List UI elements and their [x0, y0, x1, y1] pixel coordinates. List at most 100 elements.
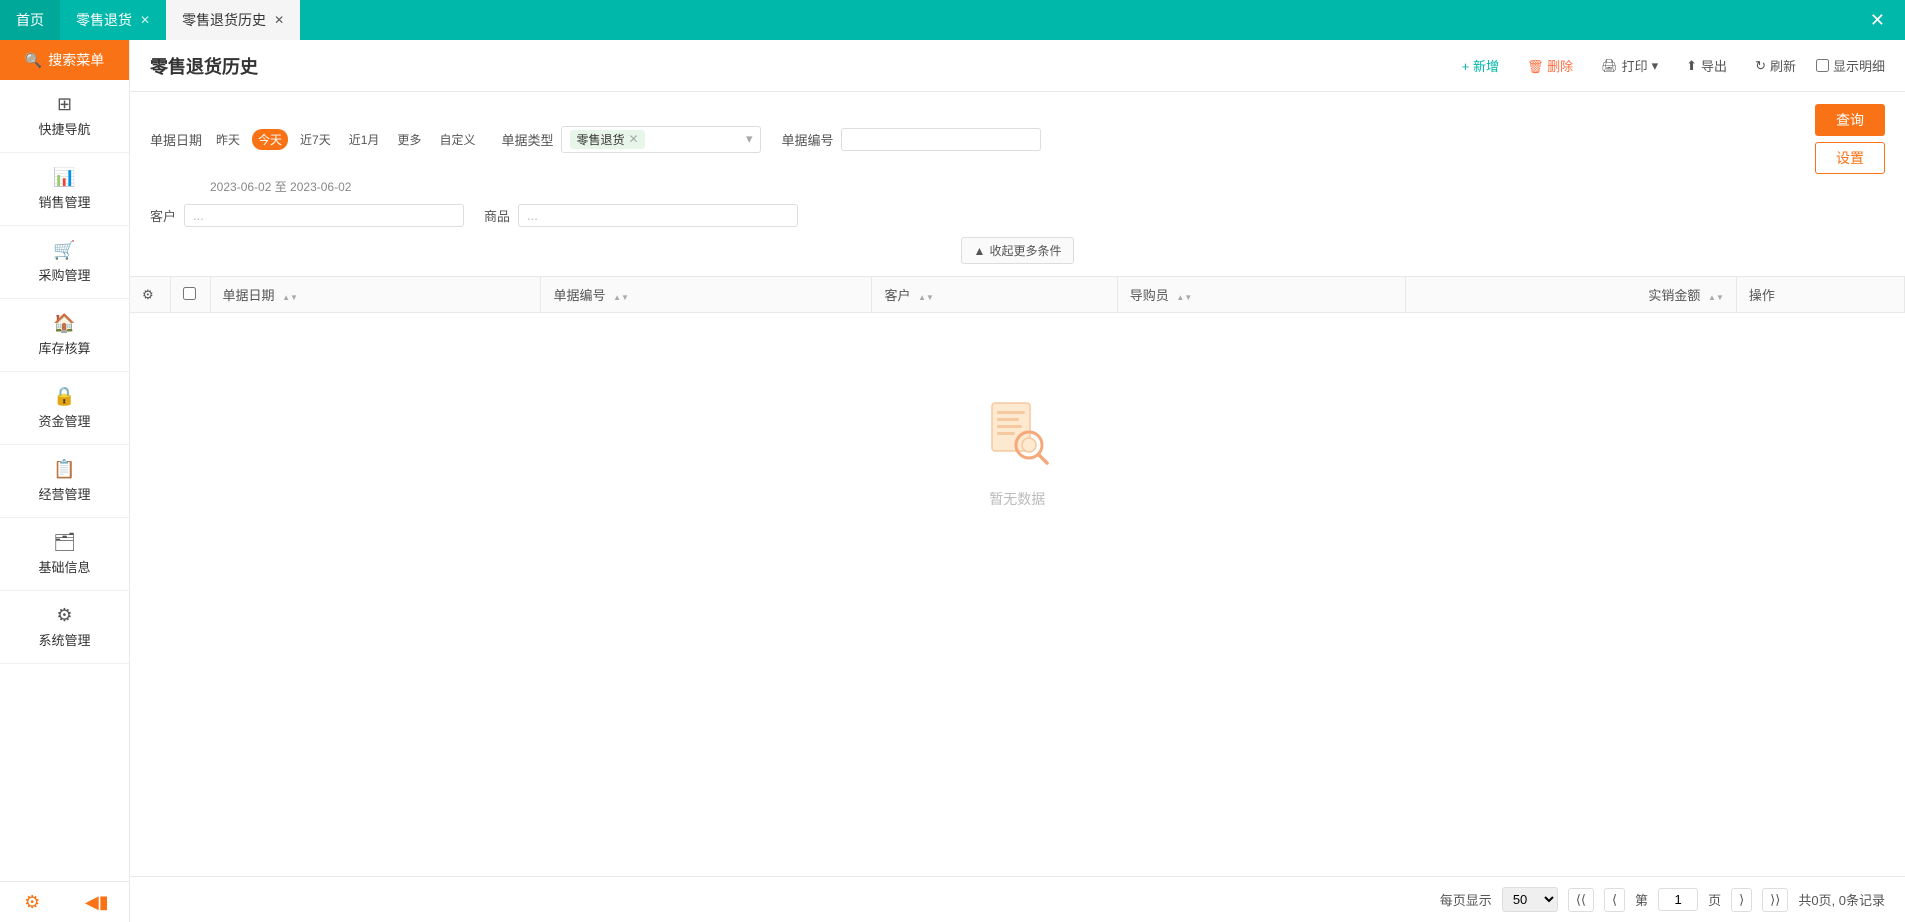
basic-info-icon: 🗂	[53, 532, 76, 553]
date-opt-custom[interactable]: 自定义	[433, 129, 481, 150]
filter-row-2: 客户 ... 商品 ...	[150, 204, 1885, 227]
refresh-label: 刷新	[1770, 56, 1796, 75]
collapse-filter-button[interactable]: ▲ 收起更多条件	[961, 237, 1075, 264]
last-page-button[interactable]: ⟩⟩	[1762, 888, 1788, 912]
delete-button[interactable]: 🗑 删除	[1519, 52, 1581, 79]
sidebar-item-quick-nav-label: 快捷导航	[38, 119, 90, 138]
prev-page-button[interactable]: ⟨	[1604, 888, 1625, 912]
th-amount[interactable]: 实销金额 ▲▼	[1405, 277, 1736, 313]
type-filter-tag: 零售退货 ✕	[570, 130, 644, 149]
th-settings[interactable]: ⚙	[130, 277, 170, 313]
sidebar-search[interactable]: 🔍 搜索菜单	[0, 40, 129, 80]
date-opt-1month[interactable]: 近1月	[343, 129, 386, 150]
amount-sort[interactable]: ▲▼	[1708, 294, 1724, 302]
tab-retail-return-label: 零售退货	[76, 10, 132, 30]
doc-num-label: 单据编号	[781, 130, 833, 149]
doc-num-filter: 单据编号	[781, 128, 1041, 151]
date-opt-7days[interactable]: 近7天	[294, 129, 337, 150]
doc-num-sort[interactable]: ▲▼	[613, 294, 629, 302]
sidebar-item-sales-mgmt[interactable]: 📊 销售管理	[0, 153, 129, 226]
sidebar-gear-button[interactable]: ⚙	[0, 882, 65, 922]
sidebar-item-inventory[interactable]: 🏠 库存核算	[0, 299, 129, 372]
show-detail-label: 显示明细	[1833, 56, 1885, 75]
goods-filter: 商品 ...	[484, 204, 798, 227]
sidebar-item-finance-label: 资金管理	[38, 411, 90, 430]
inventory-icon: 🏠	[53, 313, 75, 334]
tab-retail-return-history[interactable]: 零售退货历史 ✕	[166, 0, 300, 40]
print-arrow: ▾	[1652, 58, 1659, 74]
empty-text: 暂无数据	[989, 489, 1045, 509]
sidebar-item-operations[interactable]: 📋 经营管理	[0, 445, 129, 518]
sidebar-item-basic-info[interactable]: 🗂 基础信息	[0, 518, 129, 591]
empty-state-cell: 暂无数据	[130, 313, 1905, 590]
th-checkbox[interactable]	[170, 277, 210, 313]
sidebar-item-quick-nav[interactable]: ⊞ 快捷导航	[0, 80, 129, 153]
filter-row-1: 单据日期 昨天 今天 近7天 近1月 更多 自定义 单据类型	[150, 104, 1885, 174]
th-doc-date-label: 单据日期	[223, 288, 275, 303]
sidebar-item-inventory-label: 库存核算	[38, 338, 90, 357]
th-amount-label: 实销金额	[1648, 288, 1700, 303]
main-layout: 🔍 搜索菜单 ⊞ 快捷导航 📊 销售管理 🛒 采购管理 🏠 库存核算 🔒 资金管…	[0, 40, 1905, 922]
guide-sort[interactable]: ▲▼	[1176, 294, 1192, 302]
refresh-button[interactable]: ↻ 刷新	[1747, 52, 1804, 79]
page-number-input[interactable]	[1658, 888, 1698, 911]
purchase-mgmt-icon: 🛒	[53, 240, 75, 261]
th-customer-label: 客户	[884, 288, 910, 303]
tab-retail-return[interactable]: 零售退货 ✕	[60, 0, 166, 40]
page-size-select[interactable]: 50 20 100	[1502, 887, 1558, 912]
settings-button[interactable]: 设置	[1815, 142, 1885, 174]
type-filter-select[interactable]: 零售退货 ✕ ▾	[561, 126, 761, 153]
top-navigation: 首页 零售退货 ✕ 零售退货历史 ✕ ✕	[0, 0, 1905, 40]
customer-placeholder: ...	[193, 208, 204, 223]
first-page-button[interactable]: ⟨⟨	[1568, 888, 1594, 912]
sidebar-item-operations-label: 经营管理	[38, 484, 90, 503]
th-customer[interactable]: 客户 ▲▼	[872, 277, 1117, 313]
sidebar: 🔍 搜索菜单 ⊞ 快捷导航 📊 销售管理 🛒 采购管理 🏠 库存核算 🔒 资金管…	[0, 40, 130, 922]
app-close-button[interactable]: ✕	[1862, 6, 1893, 35]
sidebar-item-purchase-label: 采购管理	[38, 265, 90, 284]
th-doc-num-label: 单据编号	[553, 288, 605, 303]
new-button[interactable]: + 新增	[1454, 52, 1507, 79]
date-opt-yesterday[interactable]: 昨天	[210, 129, 246, 150]
page-unit: 页	[1708, 890, 1721, 909]
query-button[interactable]: 查询	[1815, 104, 1885, 136]
date-opt-more[interactable]: 更多	[391, 129, 427, 150]
content-area: 零售退货历史 + 新增 🗑 删除 🖨 打印 ▾ ⬆ 导出 ↻ 刷新	[130, 40, 1905, 922]
data-table: ⚙ 单据日期 ▲▼ 单据编号 ▲▼	[130, 277, 1905, 589]
customer-filter: 客户 ...	[150, 204, 464, 227]
settings-icon[interactable]: ⚙	[142, 287, 154, 302]
date-options: 昨天 今天 近7天 近1月 更多 自定义	[210, 129, 481, 150]
type-filter-value: 零售退货	[576, 131, 624, 148]
th-guide[interactable]: 导购员 ▲▼	[1117, 277, 1405, 313]
doc-num-input[interactable]	[841, 128, 1041, 151]
goods-filter-input[interactable]: ...	[518, 204, 798, 227]
page-title: 零售退货历史	[150, 53, 258, 79]
sidebar-item-purchase-mgmt[interactable]: 🛒 采购管理	[0, 226, 129, 299]
customer-filter-input[interactable]: ...	[184, 204, 464, 227]
th-actions-label: 操作	[1749, 288, 1775, 303]
show-detail-toggle[interactable]: 显示明细	[1816, 56, 1885, 75]
customer-sort[interactable]: ▲▼	[918, 294, 934, 302]
empty-state: 暂无数据	[130, 313, 1905, 589]
th-doc-num[interactable]: 单据编号 ▲▼	[541, 277, 872, 313]
export-label: 导出	[1701, 56, 1727, 75]
select-all-checkbox[interactable]	[183, 287, 196, 300]
tab-retail-return-history-close[interactable]: ✕	[274, 13, 284, 27]
doc-date-sort[interactable]: ▲▼	[282, 294, 298, 302]
goods-placeholder: ...	[527, 208, 538, 223]
tab-retail-return-close[interactable]: ✕	[140, 13, 150, 27]
sidebar-item-system-label: 系统管理	[38, 630, 90, 649]
print-button[interactable]: 🖨 打印 ▾	[1593, 52, 1666, 79]
next-page-button[interactable]: ⟩	[1731, 888, 1752, 912]
th-doc-date[interactable]: 单据日期 ▲▼	[210, 277, 541, 313]
tab-home[interactable]: 首页	[0, 0, 60, 40]
sidebar-item-system[interactable]: ⚙ 系统管理	[0, 591, 129, 664]
show-detail-checkbox-input[interactable]	[1816, 59, 1829, 72]
sidebar-item-finance[interactable]: 🔒 资金管理	[0, 372, 129, 445]
date-opt-today[interactable]: 今天	[252, 129, 288, 150]
sidebar-audio-button[interactable]: ◀▮	[65, 882, 130, 922]
page-size-label: 每页显示	[1440, 890, 1492, 909]
type-filter-tag-close[interactable]: ✕	[628, 132, 638, 146]
total-info: 共0页, 0条记录	[1798, 890, 1885, 909]
export-button[interactable]: ⬆ 导出	[1678, 52, 1735, 79]
